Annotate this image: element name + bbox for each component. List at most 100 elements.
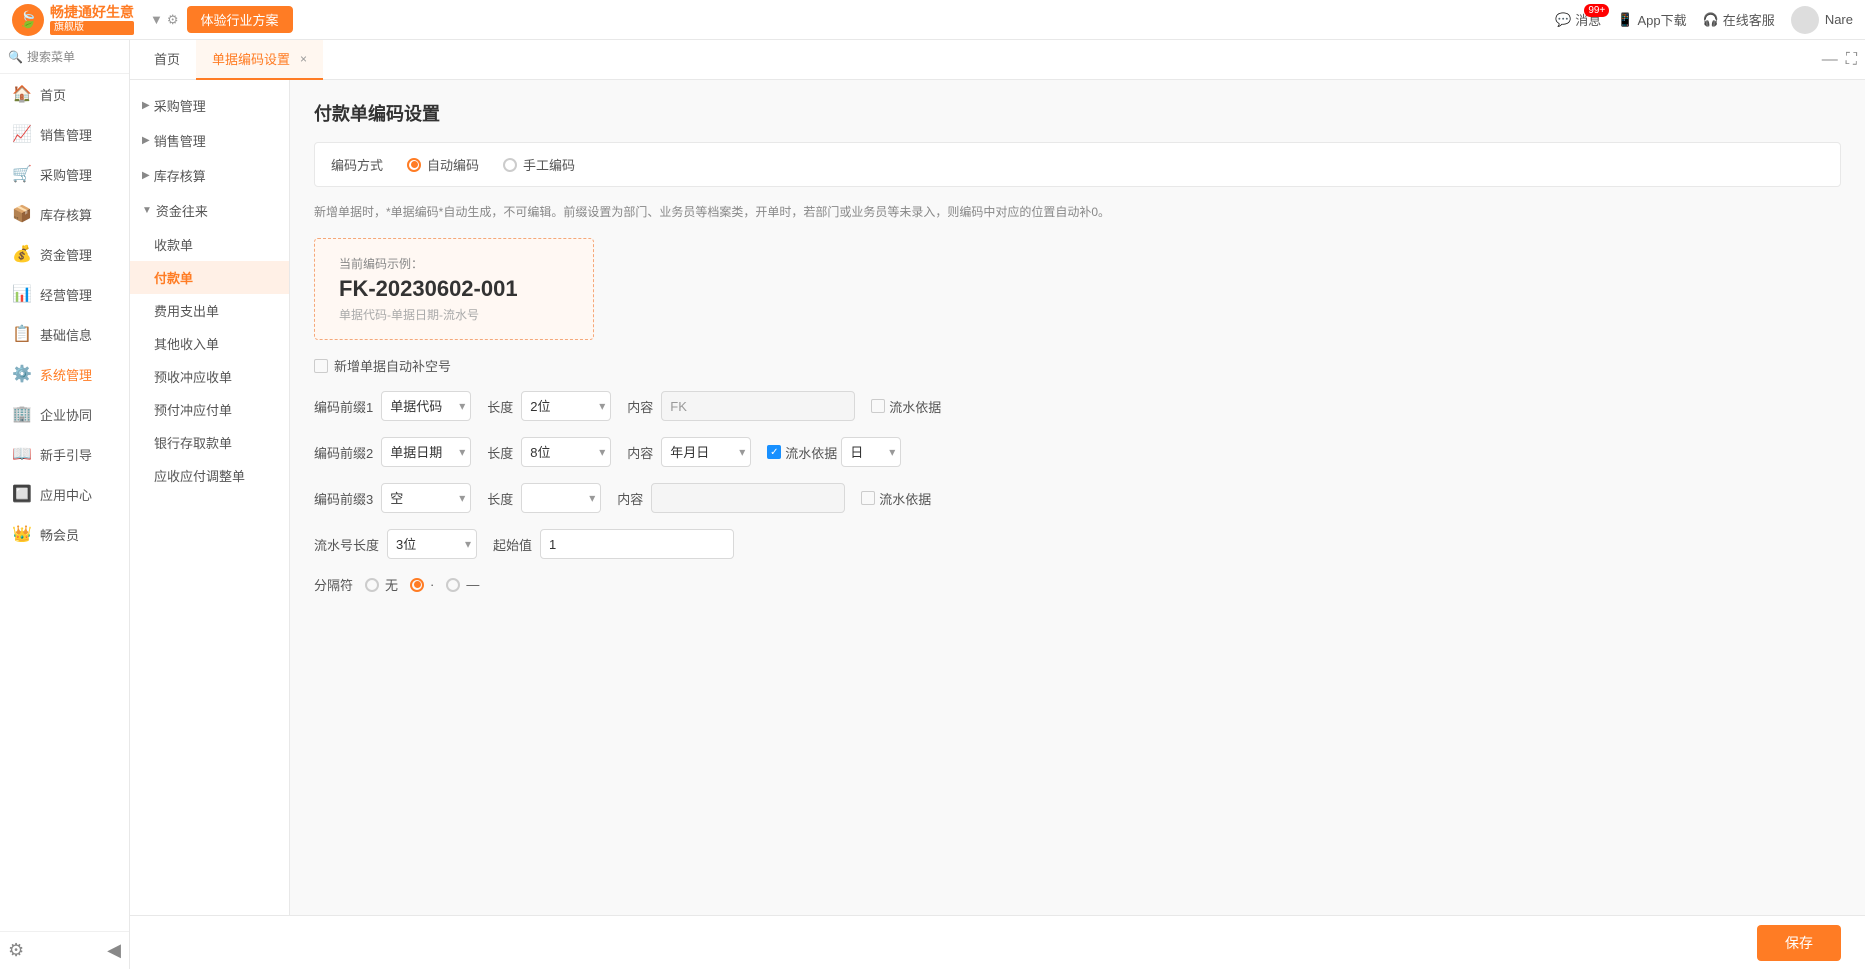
length1-select[interactable]: 2位 [521,391,611,421]
serial-length-label: 流水号长度 [314,535,379,554]
menu-item-other-income[interactable]: 其他收入单 [130,327,289,360]
auto-fill-label: 新增单据自动补空号 [334,356,451,375]
auto-fill-row: 新增单据自动补空号 [314,356,1841,375]
serial2-label: 流水依据 [785,443,837,462]
menu-group-inventory[interactable]: ▶ 库存核算 [130,158,289,193]
sep-none-option[interactable]: 无 [365,575,398,594]
length2-select[interactable]: 8位 [521,437,611,467]
search-icon: 🔍 [8,50,23,64]
online-service-btn[interactable]: 🎧 在线客服 [1703,10,1775,29]
start-value-input[interactable] [540,529,734,559]
inventory-icon: 📦 [12,204,32,224]
serial2-unit-select[interactable]: 日 [841,437,901,467]
sidebar-item-sales[interactable]: 📈 销售管理 [0,114,129,154]
top-bar: 🍃 畅捷通好生意 旗舰版 ▼ ⚙ 体验行业方案 💬 消息 99+ 📱 App下载… [0,0,1865,40]
settings-footer-btn[interactable]: ⚙ [8,940,24,961]
avatar [1791,6,1819,34]
manual-code-option[interactable]: 手工编码 [503,155,575,174]
collapse-sidebar-btn[interactable]: ◀ [107,940,121,961]
prefix1-select[interactable]: 单据代码 [381,391,471,421]
manual-code-radio[interactable] [503,158,517,172]
serial3-checkbox[interactable] [861,491,875,505]
auto-fill-checkbox[interactable] [314,359,328,373]
username: Nare [1825,12,1853,27]
apps-icon: 🔲 [12,484,32,504]
menu-item-payment[interactable]: 付款单 [130,261,289,294]
tab-home[interactable]: 首页 [138,40,196,80]
prefix2-select[interactable]: 单据日期 [381,437,471,467]
sidebar-item-system[interactable]: ⚙️ 系统管理 [0,354,129,394]
finance-icon: 💰 [12,244,32,264]
auto-code-radio[interactable] [407,158,421,172]
corp-icon: 🏢 [12,404,32,424]
coding-method-label: 编码方式 [331,155,383,174]
prefix3-row: 编码前缀3 空 长度 [314,483,1841,513]
prefix3-select[interactable]: 空 [381,483,471,513]
auto-code-option[interactable]: 自动编码 [407,155,479,174]
length3-select[interactable] [521,483,601,513]
menu-item-bank[interactable]: 银行存取款单 [130,426,289,459]
tab-bar: 首页 单据编码设置 × — ⛶ [130,40,1865,80]
menu-item-receipt[interactable]: 收款单 [130,228,289,261]
menu-group-capital[interactable]: ▼ 资金往来 [130,193,289,228]
sidebar: 🔍 搜索菜单 🏠 首页 📈 销售管理 🛒 采购管理 📦 库存核算 💰 资金管理 … [0,40,130,969]
content3-input[interactable] [651,483,845,513]
preview-code: FK-20230602-001 [339,276,569,302]
menu-item-ar-ap-adjust[interactable]: 应收应付调整单 [130,459,289,492]
prefix1-row: 编码前缀1 单据代码 长度 2位 [314,391,1841,421]
experience-btn[interactable]: 体验行业方案 [187,6,293,33]
headset-icon: 🎧 [1703,12,1719,28]
app-download-btn[interactable]: 📱 App下载 [1617,10,1686,29]
sep-dash-radio[interactable] [446,578,460,592]
tab-close-btn[interactable]: × [300,52,307,66]
nav-breadcrumb: ▼ ⚙ [150,12,179,28]
brand: 🍃 畅捷通好生意 旗舰版 [12,4,134,36]
content1-group: 内容 [627,391,855,421]
prefix1-label: 编码前缀1 [314,397,373,416]
top-bar-right: 💬 消息 99+ 📱 App下载 🎧 在线客服 Nare [1555,6,1853,34]
system-icon: ⚙️ [12,364,32,384]
start-value-group: 起始值 [493,529,734,559]
sidebar-item-member[interactable]: 👑 畅会员 [0,514,129,554]
serial1-checkbox[interactable] [871,399,885,413]
top-bar-left: 🍃 畅捷通好生意 旗舰版 ▼ ⚙ 体验行业方案 [12,4,293,36]
sidebar-item-inventory[interactable]: 📦 库存核算 [0,194,129,234]
sep-none-radio[interactable] [365,578,379,592]
message-count: 99+ [1584,4,1609,17]
sidebar-item-basic[interactable]: 📋 基础信息 [0,314,129,354]
arrow-right-icon: ▶ [142,135,150,146]
tab-minimize-btn[interactable]: — [1822,51,1838,69]
tab-bar-actions: — ⛶ [1822,51,1857,69]
prefix3-label: 编码前缀3 [314,489,373,508]
sidebar-item-purchase[interactable]: 🛒 采购管理 [0,154,129,194]
separator-label: 分隔符 [314,575,353,594]
message-btn[interactable]: 💬 消息 99+ [1555,10,1601,29]
serial2-checkbox[interactable]: ✓ [767,445,781,459]
tab-code-settings[interactable]: 单据编码设置 × [196,40,323,80]
sidebar-item-corp[interactable]: 🏢 企业协同 [0,394,129,434]
menu-group-sales[interactable]: ▶ 销售管理 [130,123,289,158]
prefix3-select-wrapper: 空 [381,483,471,513]
coding-method-row: 编码方式 自动编码 手工编码 [314,142,1841,187]
content1-input[interactable] [661,391,855,421]
menu-item-advance-offset[interactable]: 预付冲应付单 [130,393,289,426]
sidebar-item-operation[interactable]: 📊 经营管理 [0,274,129,314]
sep-dash-option[interactable]: — [446,577,479,592]
content2-select[interactable]: 年月日 [661,437,751,467]
sep-dot-option[interactable]: · [410,577,434,592]
brand-tag: 旗舰版 [50,21,134,35]
sidebar-item-home[interactable]: 🏠 首页 [0,74,129,114]
menu-group-purchase[interactable]: ▶ 采购管理 [130,88,289,123]
user-info[interactable]: Nare [1791,6,1853,34]
sidebar-item-guide[interactable]: 📖 新手引导 [0,434,129,474]
save-button[interactable]: 保存 [1757,925,1841,961]
tab-maximize-btn[interactable]: ⛶ [1846,51,1857,69]
sidebar-item-apps[interactable]: 🔲 应用中心 [0,474,129,514]
settings-icon[interactable]: ⚙ [167,12,179,28]
sidebar-item-finance[interactable]: 💰 资金管理 [0,234,129,274]
serial-length-select[interactable]: 3位 [387,529,477,559]
sidebar-search[interactable]: 🔍 搜索菜单 [0,40,129,74]
menu-item-prepay-offset[interactable]: 预收冲应收单 [130,360,289,393]
menu-item-expense[interactable]: 费用支出单 [130,294,289,327]
sep-dot-radio[interactable] [410,578,424,592]
